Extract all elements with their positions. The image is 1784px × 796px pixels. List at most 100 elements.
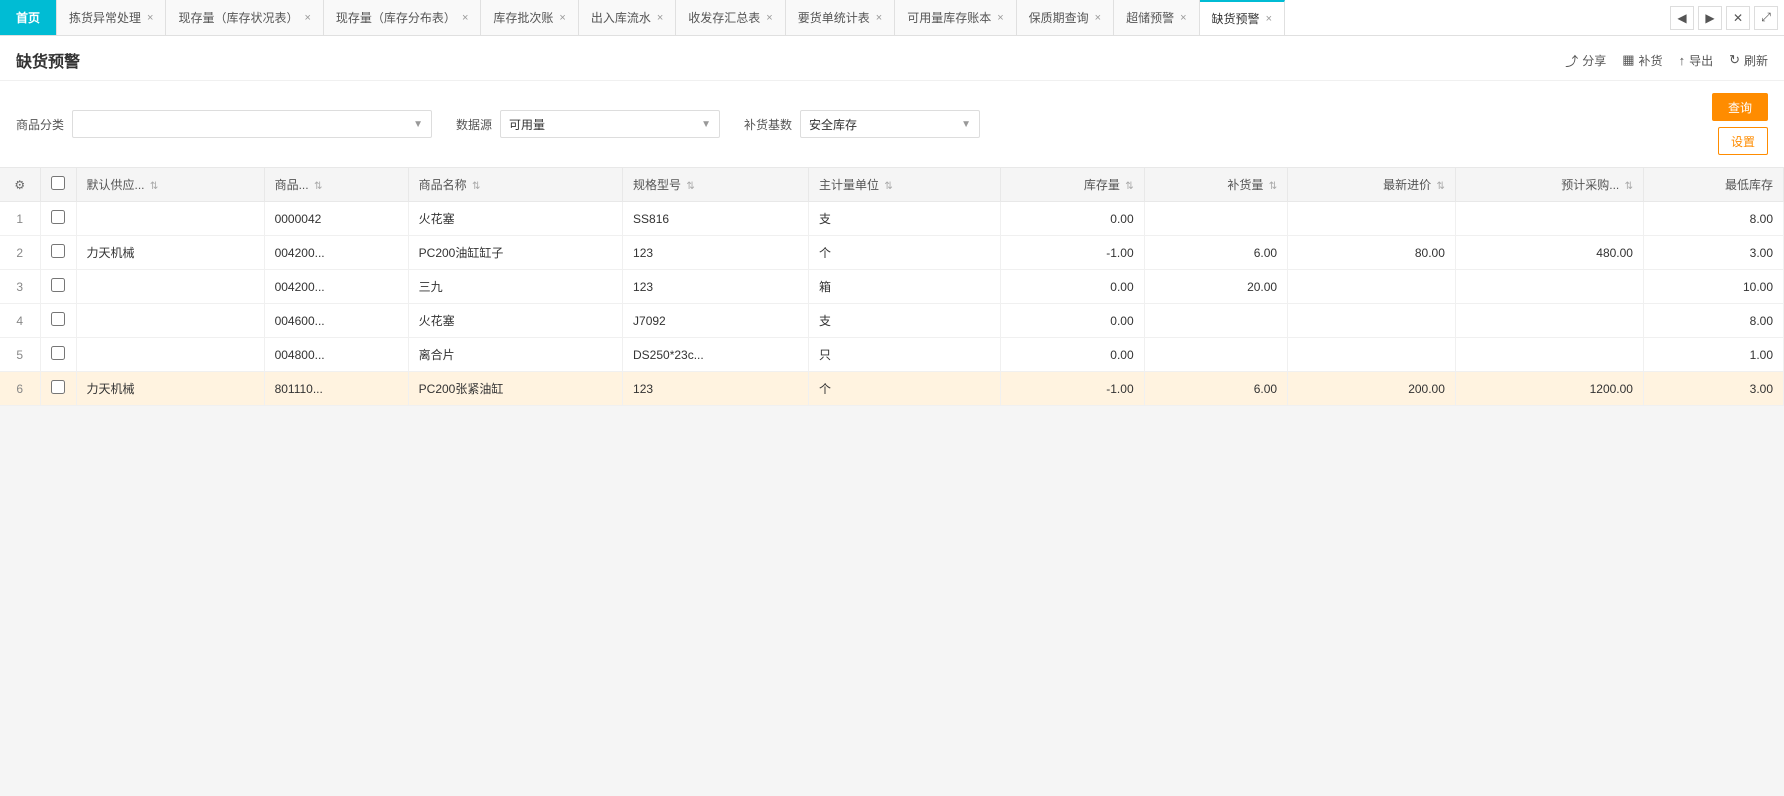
- category-label: 商品分类: [16, 116, 64, 133]
- name-sort-icon[interactable]: ⇅: [472, 181, 480, 192]
- unit-sort-icon[interactable]: ⇅: [884, 181, 892, 192]
- tab-available[interactable]: 可用量库存账本 ×: [895, 0, 1016, 35]
- row-checkbox-input-6[interactable]: [51, 380, 65, 394]
- col-latest-price: 最新进价 ⇅: [1288, 168, 1456, 202]
- tab-abnormal-close[interactable]: ×: [147, 12, 153, 24]
- row-latest-price-6: 200.00: [1288, 372, 1456, 406]
- table-container: ⚙ 默认供应... ⇅ 商品... ⇅ 商品名称 ⇅: [0, 167, 1784, 406]
- replenish-label: 补货: [1639, 52, 1663, 69]
- row-checkbox-input-2[interactable]: [51, 244, 65, 258]
- category-arrow-icon: ▼: [413, 119, 423, 130]
- tab-home-label: 首页: [16, 9, 40, 26]
- replenish-sort-icon[interactable]: ⇅: [1269, 181, 1277, 192]
- row-stock-4: 0.00: [1001, 304, 1144, 338]
- tab-inout-close[interactable]: ×: [657, 12, 663, 24]
- supplier-sort-icon[interactable]: ⇅: [150, 181, 158, 192]
- row-checkbox-input-5[interactable]: [51, 346, 65, 360]
- refresh-label: 刷新: [1744, 52, 1768, 69]
- tab-shortage[interactable]: 缺货预警 ×: [1200, 0, 1285, 35]
- col-settings[interactable]: ⚙: [0, 168, 40, 202]
- query-button[interactable]: 查询: [1712, 93, 1768, 121]
- tab-available-close[interactable]: ×: [997, 12, 1003, 24]
- row-name-5: 离合片: [408, 338, 622, 372]
- tab-inout[interactable]: 出入库流水 ×: [579, 0, 676, 35]
- col-replenish: 补货量 ⇅: [1144, 168, 1287, 202]
- table-row: 6 力天机械 801110... PC200张紧油缸 123 个 -1.00 6…: [0, 372, 1784, 406]
- table-header-row: ⚙ 默认供应... ⇅ 商品... ⇅ 商品名称 ⇅: [0, 168, 1784, 202]
- tab-overstock[interactable]: 超储预警 ×: [1114, 0, 1199, 35]
- tab-abnormal[interactable]: 拣货异常处理 ×: [57, 0, 166, 35]
- tab-overstock-label: 超储预警: [1126, 9, 1174, 26]
- table-body: 1 0000042 火花塞 SS816 支 0.00 8.00 2 力天机械 0…: [0, 202, 1784, 406]
- row-checkbox-6[interactable]: [40, 372, 76, 406]
- stock-sort-icon[interactable]: ⇅: [1125, 181, 1133, 192]
- export-button[interactable]: ↑ 导出: [1679, 52, 1714, 69]
- export-icon: ↑: [1679, 53, 1686, 68]
- tab-expiry-close[interactable]: ×: [1095, 12, 1101, 24]
- row-est-purchase-6: 1200.00: [1455, 372, 1643, 406]
- row-spec-3: 123: [623, 270, 809, 304]
- row-checkbox-5[interactable]: [40, 338, 76, 372]
- tab-home[interactable]: 首页: [0, 0, 57, 35]
- replenish-button[interactable]: ▦ 补货: [1622, 52, 1662, 69]
- replenish-base-select[interactable]: 安全库存 ▼: [800, 110, 980, 138]
- tab-expiry[interactable]: 保质期查询 ×: [1017, 0, 1114, 35]
- tab-next-btn[interactable]: ▶: [1698, 6, 1722, 30]
- row-checkbox-input-1[interactable]: [51, 210, 65, 224]
- tab-collect[interactable]: 收发存汇总表 ×: [676, 0, 785, 35]
- tab-close-btn[interactable]: ✕: [1726, 6, 1750, 30]
- tab-shortage-close[interactable]: ×: [1266, 13, 1272, 25]
- col-name-label: 商品名称: [419, 178, 467, 192]
- replenish-base-value: 安全库存: [809, 116, 857, 133]
- tab-stock-dist-label: 现存量（库存分布表）: [336, 9, 456, 26]
- spec-sort-icon[interactable]: ⇅: [686, 181, 694, 192]
- row-checkbox-3[interactable]: [40, 270, 76, 304]
- latest-price-sort-icon[interactable]: ⇅: [1437, 181, 1445, 192]
- col-checkbox[interactable]: [40, 168, 76, 202]
- row-est-purchase-3: [1455, 270, 1643, 304]
- row-supplier-6: 力天机械: [76, 372, 264, 406]
- row-checkbox-2[interactable]: [40, 236, 76, 270]
- tab-overstock-close[interactable]: ×: [1180, 12, 1186, 24]
- refresh-button[interactable]: ↻ 刷新: [1729, 52, 1768, 69]
- select-all-checkbox[interactable]: [51, 176, 65, 190]
- row-replenish-5: [1144, 338, 1287, 372]
- category-select[interactable]: ▼: [72, 110, 432, 138]
- row-unit-2: 个: [809, 236, 1001, 270]
- tab-batch-close[interactable]: ×: [559, 12, 565, 24]
- row-checkbox-4[interactable]: [40, 304, 76, 338]
- settings-button[interactable]: 设置: [1718, 127, 1768, 155]
- est-purchase-sort-icon[interactable]: ⇅: [1625, 181, 1633, 192]
- tab-expand-btn[interactable]: ⤢: [1754, 6, 1778, 30]
- tab-batch[interactable]: 库存批次账 ×: [481, 0, 578, 35]
- code-sort-icon[interactable]: ⇅: [314, 181, 322, 192]
- replenish-icon: ▦: [1622, 52, 1634, 68]
- tab-order-stat[interactable]: 要货单统计表 ×: [786, 0, 895, 35]
- col-supplier: 默认供应... ⇅: [76, 168, 264, 202]
- col-code: 商品... ⇅: [264, 168, 408, 202]
- datasource-select[interactable]: 可用量 ▼: [500, 110, 720, 138]
- tab-order-stat-close[interactable]: ×: [876, 12, 882, 24]
- datasource-label: 数据源: [456, 116, 492, 133]
- tab-stock-status-close[interactable]: ×: [304, 12, 310, 24]
- tab-collect-close[interactable]: ×: [766, 12, 772, 24]
- row-checkbox-input-3[interactable]: [51, 278, 65, 292]
- category-filter-group: 商品分类 ▼: [16, 110, 432, 138]
- tab-stock-dist[interactable]: 现存量（库存分布表） ×: [324, 0, 481, 35]
- row-min-stock-6: 3.00: [1643, 372, 1783, 406]
- row-code-5: 004800...: [264, 338, 408, 372]
- row-latest-price-2: 80.00: [1288, 236, 1456, 270]
- tab-stock-status[interactable]: 现存量（库存状况表） ×: [166, 0, 323, 35]
- share-button[interactable]: ⤴ 分享: [1565, 51, 1606, 70]
- row-checkbox-input-4[interactable]: [51, 312, 65, 326]
- row-spec-5: DS250*23c...: [623, 338, 809, 372]
- tab-prev-btn[interactable]: ◀: [1670, 6, 1694, 30]
- column-settings-icon[interactable]: ⚙: [14, 178, 25, 192]
- tab-stock-dist-close[interactable]: ×: [462, 12, 468, 24]
- row-name-2: PC200油缸缸子: [408, 236, 622, 270]
- table-row: 4 004600... 火花塞 J7092 支 0.00 8.00: [0, 304, 1784, 338]
- row-unit-1: 支: [809, 202, 1001, 236]
- row-replenish-2: 6.00: [1144, 236, 1287, 270]
- row-checkbox-1[interactable]: [40, 202, 76, 236]
- tab-order-stat-label: 要货单统计表: [798, 9, 870, 26]
